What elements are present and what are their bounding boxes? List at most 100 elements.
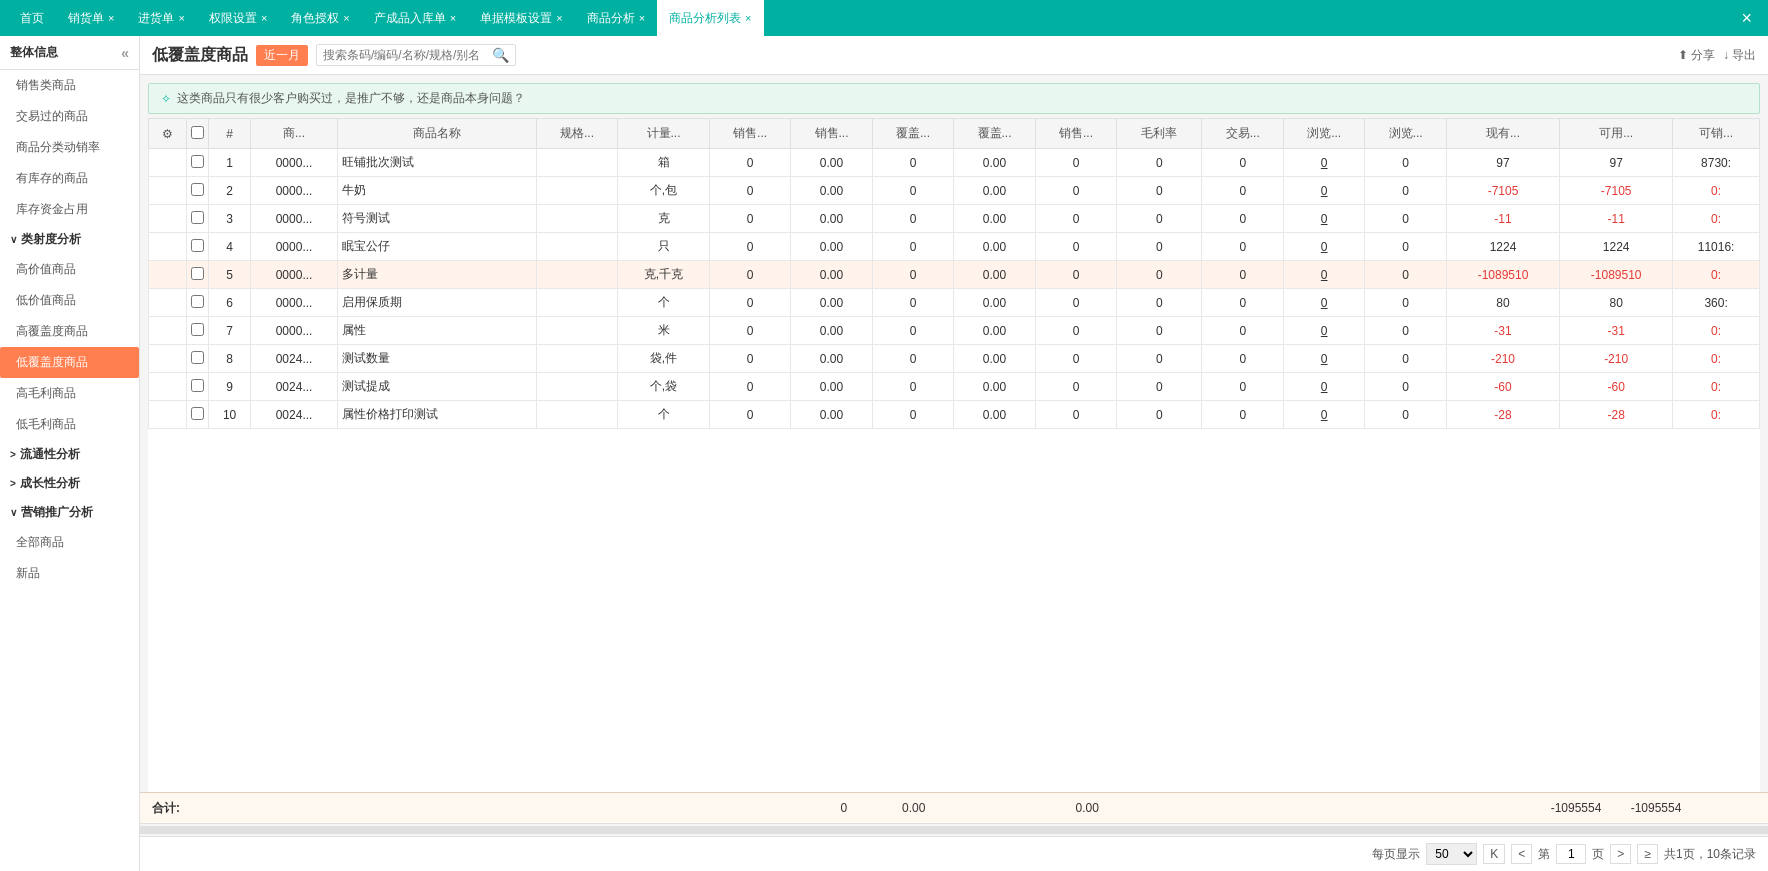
window-close-btn[interactable]: × — [1733, 8, 1760, 29]
sidebar-category-flow[interactable]: > 流通性分析 — [0, 440, 139, 469]
col-sales-amount[interactable]: 销售... — [791, 119, 872, 149]
nav-close-roles[interactable]: × — [343, 12, 349, 24]
col-name[interactable]: 商品名称 — [337, 119, 536, 149]
browse1-link[interactable]: 0 — [1321, 268, 1328, 282]
nav-sales[interactable]: 销货单 × — [56, 0, 126, 36]
export-btn[interactable]: ↓ 导出 — [1723, 47, 1756, 64]
nav-product-analysis-list[interactable]: 商品分析列表 × — [657, 0, 763, 36]
col-spec[interactable]: 规格... — [536, 119, 617, 149]
sidebar-category-growth[interactable]: > 成长性分析 — [0, 469, 139, 498]
row-browse1[interactable]: 0 — [1283, 317, 1364, 345]
nav-close-template[interactable]: × — [556, 12, 562, 24]
row-checkbox[interactable] — [191, 267, 204, 280]
col-current[interactable]: 现有... — [1446, 119, 1559, 149]
sidebar-item-traded-goods[interactable]: 交易过的商品 — [0, 101, 139, 132]
browse1-link[interactable]: 0 — [1321, 352, 1328, 366]
col-trade[interactable]: 交易... — [1202, 119, 1283, 149]
col-browse1[interactable]: 浏览... — [1283, 119, 1364, 149]
nav-product-analysis[interactable]: 商品分析 × — [575, 0, 657, 36]
col-gross-margin[interactable]: 毛利率 — [1117, 119, 1202, 149]
sidebar-item-new-goods[interactable]: 新品 — [0, 558, 139, 589]
browse1-link[interactable]: 0 — [1321, 156, 1328, 170]
sidebar-category-marketing[interactable]: ∨ 营销推广分析 — [0, 498, 139, 527]
browse1-link[interactable]: 0 — [1321, 380, 1328, 394]
row-checkbox-cell[interactable] — [186, 345, 208, 373]
row-checkbox[interactable] — [191, 351, 204, 364]
row-checkbox-cell[interactable] — [186, 233, 208, 261]
col-sales3[interactable]: 销售... — [1035, 119, 1116, 149]
browse1-link[interactable]: 0 — [1321, 240, 1328, 254]
sidebar-item-low-margin[interactable]: 低毛利商品 — [0, 409, 139, 440]
col-browse2[interactable]: 浏览... — [1365, 119, 1446, 149]
nav-home[interactable]: 首页 — [8, 0, 56, 36]
sidebar-item-all-goods[interactable]: 全部商品 — [0, 527, 139, 558]
col-sales-qty[interactable]: 销售... — [709, 119, 790, 149]
nav-close-sales[interactable]: × — [108, 12, 114, 24]
browse1-link[interactable]: 0 — [1321, 324, 1328, 338]
col-code[interactable]: 商... — [251, 119, 338, 149]
nav-finished-goods[interactable]: 产成品入库单 × — [362, 0, 468, 36]
col-coverage2[interactable]: 覆盖... — [954, 119, 1035, 149]
sidebar-item-low-value[interactable]: 低价值商品 — [0, 285, 139, 316]
browse1-link[interactable]: 0 — [1321, 184, 1328, 198]
row-checkbox[interactable] — [191, 379, 204, 392]
row-browse1[interactable]: 0 — [1283, 261, 1364, 289]
row-browse1[interactable]: 0 — [1283, 177, 1364, 205]
first-page-btn[interactable]: K — [1483, 844, 1505, 864]
col-coverage1[interactable]: 覆盖... — [872, 119, 953, 149]
row-checkbox[interactable] — [191, 407, 204, 420]
select-all-checkbox[interactable] — [191, 126, 204, 139]
row-checkbox-cell[interactable] — [186, 401, 208, 429]
sidebar-item-high-coverage[interactable]: 高覆盖度商品 — [0, 316, 139, 347]
sidebar-collapse-btn[interactable]: « — [121, 45, 129, 61]
last-page-btn[interactable]: ≥ — [1637, 844, 1658, 864]
nav-template[interactable]: 单据模板设置 × — [468, 0, 574, 36]
row-checkbox-cell[interactable] — [186, 373, 208, 401]
row-checkbox[interactable] — [191, 183, 204, 196]
row-checkbox[interactable] — [191, 239, 204, 252]
row-browse1[interactable]: 0 — [1283, 373, 1364, 401]
search-input[interactable] — [323, 48, 492, 62]
row-checkbox[interactable] — [191, 155, 204, 168]
nav-close-product-analysis[interactable]: × — [639, 12, 645, 24]
nav-close-finished-goods[interactable]: × — [450, 12, 456, 24]
h-scrollbar[interactable] — [140, 826, 1768, 834]
row-browse1[interactable]: 0 — [1283, 149, 1364, 177]
row-checkbox-cell[interactable] — [186, 317, 208, 345]
prev-page-btn[interactable]: < — [1511, 844, 1532, 864]
search-icon[interactable]: 🔍 — [492, 47, 509, 63]
row-browse1[interactable]: 0 — [1283, 233, 1364, 261]
row-browse1[interactable]: 0 — [1283, 401, 1364, 429]
row-checkbox[interactable] — [191, 323, 204, 336]
sidebar-item-sales-goods[interactable]: 销售类商品 — [0, 70, 139, 101]
next-page-btn[interactable]: > — [1610, 844, 1631, 864]
nav-close-product-analysis-list[interactable]: × — [745, 12, 751, 24]
row-checkbox-cell[interactable] — [186, 289, 208, 317]
row-checkbox[interactable] — [191, 211, 204, 224]
sidebar-item-capital[interactable]: 库存资金占用 — [0, 194, 139, 225]
sidebar-item-low-coverage[interactable]: 低覆盖度商品 — [0, 347, 139, 378]
nav-permissions[interactable]: 权限设置 × — [197, 0, 279, 36]
col-saleable[interactable]: 可销... — [1673, 119, 1760, 149]
nav-close-permissions[interactable]: × — [261, 12, 267, 24]
row-checkbox[interactable] — [191, 295, 204, 308]
sidebar-category-coverage[interactable]: ∨ 类射度分析 — [0, 225, 139, 254]
nav-close-purchase[interactable]: × — [178, 12, 184, 24]
nav-purchase[interactable]: 进货单 × — [126, 0, 196, 36]
col-available[interactable]: 可用... — [1560, 119, 1673, 149]
row-browse1[interactable]: 0 — [1283, 289, 1364, 317]
sidebar-item-high-margin[interactable]: 高毛利商品 — [0, 378, 139, 409]
row-checkbox-cell[interactable] — [186, 177, 208, 205]
row-browse1[interactable]: 0 — [1283, 345, 1364, 373]
row-browse1[interactable]: 0 — [1283, 205, 1364, 233]
date-filter-btn[interactable]: 近一月 — [256, 45, 308, 66]
row-checkbox-cell[interactable] — [186, 261, 208, 289]
row-checkbox-cell[interactable] — [186, 149, 208, 177]
browse1-link[interactable]: 0 — [1321, 296, 1328, 310]
sidebar-item-high-value[interactable]: 高价值商品 — [0, 254, 139, 285]
sidebar-item-category-rate[interactable]: 商品分类动销率 — [0, 132, 139, 163]
sidebar-item-stock-goods[interactable]: 有库存的商品 — [0, 163, 139, 194]
share-btn[interactable]: ⬆ 分享 — [1678, 47, 1715, 64]
browse1-link[interactable]: 0 — [1321, 212, 1328, 226]
browse1-link[interactable]: 0 — [1321, 408, 1328, 422]
